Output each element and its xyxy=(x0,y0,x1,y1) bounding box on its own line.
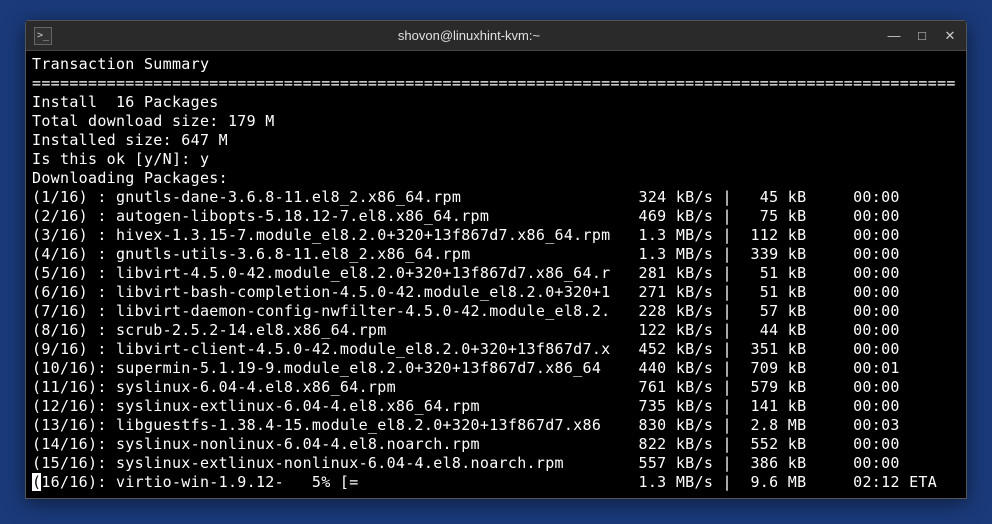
terminal-line: (5/16) : libvirt-4.5.0-42.module_el8.2.0… xyxy=(32,264,960,283)
window-controls: — □ ✕ xyxy=(886,28,958,44)
terminal-line: (3/16) : hivex-1.3.15-7.module_el8.2.0+3… xyxy=(32,226,960,245)
maximize-button[interactable]: □ xyxy=(914,28,930,44)
terminal-line: (10/16): supermin-5.1.19-9.module_el8.2.… xyxy=(32,359,960,378)
terminal-line: (7/16) : libvirt-daemon-config-nwfilter-… xyxy=(32,302,960,321)
titlebar[interactable]: >_ shovon@linuxhint-kvm:~ — □ ✕ xyxy=(26,21,966,51)
progress-line: (16/16): virtio-win-1.9.12- 5% [= 1.3 MB… xyxy=(32,473,960,492)
terminal-line: (13/16): libguestfs-1.38.4-15.module_el8… xyxy=(32,416,960,435)
minimize-button[interactable]: — xyxy=(886,28,902,44)
terminal-line: (2/16) : autogen-libopts-5.18.12-7.el8.x… xyxy=(32,207,960,226)
terminal-line: Downloading Packages: xyxy=(32,169,960,188)
terminal-line: Installed size: 647 M xyxy=(32,131,960,150)
terminal-line: (14/16): syslinux-nonlinux-6.04-4.el8.no… xyxy=(32,435,960,454)
terminal-window: >_ shovon@linuxhint-kvm:~ — □ ✕ Transact… xyxy=(25,20,967,499)
terminal-body[interactable]: Transaction Summary=====================… xyxy=(26,51,966,498)
terminal-line: (1/16) : gnutls-dane-3.6.8-11.el8_2.x86_… xyxy=(32,188,960,207)
window-title: shovon@linuxhint-kvm:~ xyxy=(52,28,886,43)
terminal-line: (11/16): syslinux-6.04-4.el8.x86_64.rpm … xyxy=(32,378,960,397)
terminal-line: (6/16) : libvirt-bash-completion-4.5.0-4… xyxy=(32,283,960,302)
titlebar-left: >_ xyxy=(34,27,52,45)
terminal-line: (12/16): syslinux-extlinux-6.04-4.el8.x8… xyxy=(32,397,960,416)
terminal-line: (9/16) : libvirt-client-4.5.0-42.module_… xyxy=(32,340,960,359)
close-button[interactable]: ✕ xyxy=(942,28,958,44)
terminal-line: Transaction Summary xyxy=(32,55,960,74)
terminal-line: Install 16 Packages xyxy=(32,93,960,112)
terminal-line: (15/16): syslinux-extlinux-nonlinux-6.04… xyxy=(32,454,960,473)
terminal-line: Is this ok [y/N]: y xyxy=(32,150,960,169)
terminal-line: (4/16) : gnutls-utils-3.6.8-11.el8_2.x86… xyxy=(32,245,960,264)
terminal-line: Total download size: 179 M xyxy=(32,112,960,131)
cursor: ( xyxy=(32,473,41,491)
terminal-line: ========================================… xyxy=(32,74,960,93)
terminal-icon: >_ xyxy=(34,27,52,45)
terminal-line: (8/16) : scrub-2.5.2-14.el8.x86_64.rpm 1… xyxy=(32,321,960,340)
